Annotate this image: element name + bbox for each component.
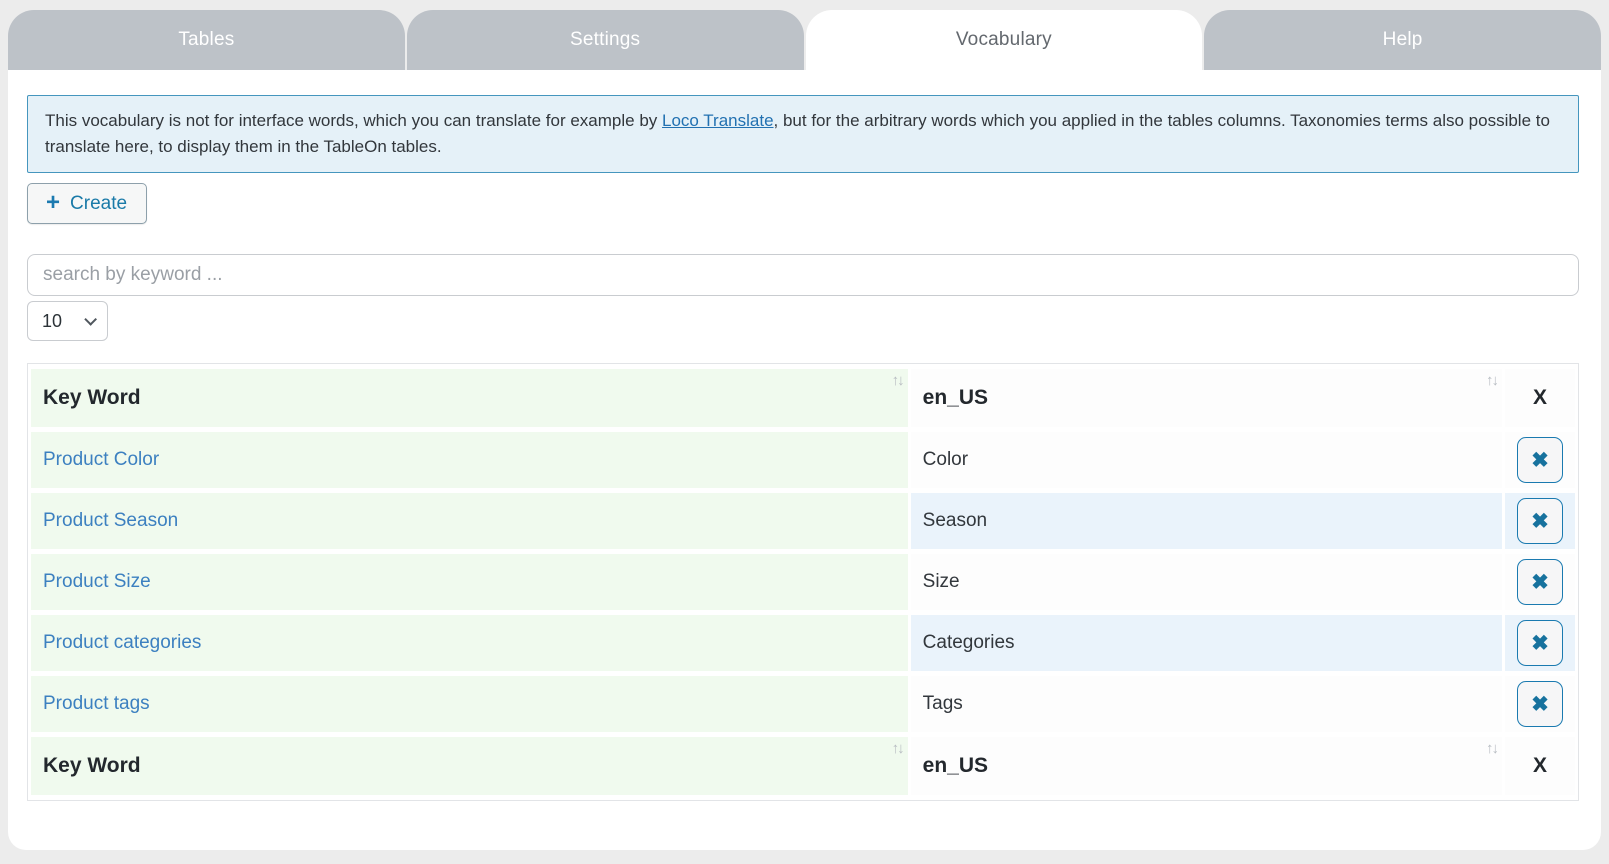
footer-col-lang[interactable]: en_US ↑↓ (910, 737, 1502, 795)
delete-cell: ✖ (1505, 432, 1575, 488)
delete-x-icon: ✖ (1531, 448, 1549, 472)
page-size-value: 10 (42, 310, 63, 331)
table-header-row: Key Word ↑↓ en_US ↑↓ X (31, 369, 1575, 427)
delete-x-icon: ✖ (1531, 509, 1549, 533)
sort-icon[interactable]: ↑↓ (892, 740, 905, 757)
table-footer-row: Key Word ↑↓ en_US ↑↓ X (31, 737, 1575, 795)
tab-bar: Tables Settings Vocabulary Help (0, 0, 1609, 70)
delete-button[interactable]: ✖ (1517, 498, 1563, 544)
keyword-cell: Product tags (31, 676, 908, 732)
chevron-down-icon (84, 312, 97, 326)
keyword-cell: Product categories (31, 615, 908, 671)
tab-tables[interactable]: Tables (8, 10, 405, 70)
tab-settings[interactable]: Settings (406, 10, 804, 70)
delete-button[interactable]: ✖ (1517, 620, 1563, 666)
footer-col-keyword-label: Key Word (43, 754, 141, 777)
plus-icon: + (46, 188, 61, 216)
keyword-link[interactable]: Product categories (43, 632, 201, 653)
translation-cell: Color (910, 432, 1502, 488)
table-body: Product Color Color ✖ Product Season Sea… (31, 432, 1575, 732)
table-row: Product Size Size ✖ (31, 554, 1575, 610)
notice-text-before: This vocabulary is not for interface wor… (45, 111, 663, 130)
keyword-link[interactable]: Product tags (43, 693, 150, 714)
translation-cell: Tags (910, 676, 1502, 732)
footer-col-lang-label: en_US (922, 754, 989, 777)
col-header-keyword-label: Key Word (43, 386, 141, 409)
keyword-link[interactable]: Product Color (43, 449, 159, 470)
delete-cell: ✖ (1505, 554, 1575, 610)
translation-cell: Size (910, 554, 1502, 610)
footer-col-delete: X (1505, 737, 1575, 795)
keyword-link[interactable]: Product Size (43, 571, 151, 592)
delete-x-icon: ✖ (1531, 570, 1549, 594)
delete-button[interactable]: ✖ (1517, 681, 1563, 727)
col-header-lang-label: en_US (922, 386, 989, 409)
table-row: Product categories Categories ✖ (31, 615, 1575, 671)
delete-button[interactable]: ✖ (1517, 559, 1563, 605)
table-row: Product Color Color ✖ (31, 432, 1575, 488)
keyword-cell: Product Color (31, 432, 908, 488)
sort-icon[interactable]: ↑↓ (892, 372, 905, 389)
col-header-lang[interactable]: en_US ↑↓ (910, 369, 1502, 427)
delete-x-icon: ✖ (1531, 692, 1549, 716)
translation-cell: Season (910, 493, 1502, 549)
loco-translate-link[interactable]: Loco Translate (662, 111, 774, 130)
keyword-cell: Product Size (31, 554, 908, 610)
content-panel: This vocabulary is not for interface wor… (8, 70, 1601, 850)
footer-col-keyword[interactable]: Key Word ↑↓ (31, 737, 908, 795)
keyword-cell: Product Season (31, 493, 908, 549)
delete-cell: ✖ (1505, 676, 1575, 732)
delete-button[interactable]: ✖ (1517, 437, 1563, 483)
tab-help[interactable]: Help (1204, 10, 1601, 70)
delete-x-icon: ✖ (1531, 631, 1549, 655)
keyword-link[interactable]: Product Season (43, 510, 178, 531)
table-row: Product Season Season ✖ (31, 493, 1575, 549)
page-size-select[interactable]: 10 (27, 301, 108, 341)
vocabulary-table: Key Word ↑↓ en_US ↑↓ X Product Color Col… (27, 363, 1579, 801)
tab-vocabulary[interactable]: Vocabulary (805, 10, 1203, 70)
delete-cell: ✖ (1505, 615, 1575, 671)
sort-icon[interactable]: ↑↓ (1486, 372, 1499, 389)
col-header-keyword[interactable]: Key Word ↑↓ (31, 369, 908, 427)
create-button-label: Create (70, 192, 128, 214)
search-input[interactable] (27, 254, 1579, 296)
create-button[interactable]: + Create (27, 183, 147, 224)
translation-cell: Categories (910, 615, 1502, 671)
sort-icon[interactable]: ↑↓ (1486, 740, 1499, 757)
delete-cell: ✖ (1505, 493, 1575, 549)
table-row: Product tags Tags ✖ (31, 676, 1575, 732)
col-header-delete: X (1505, 369, 1575, 427)
notice-box: This vocabulary is not for interface wor… (27, 95, 1579, 173)
